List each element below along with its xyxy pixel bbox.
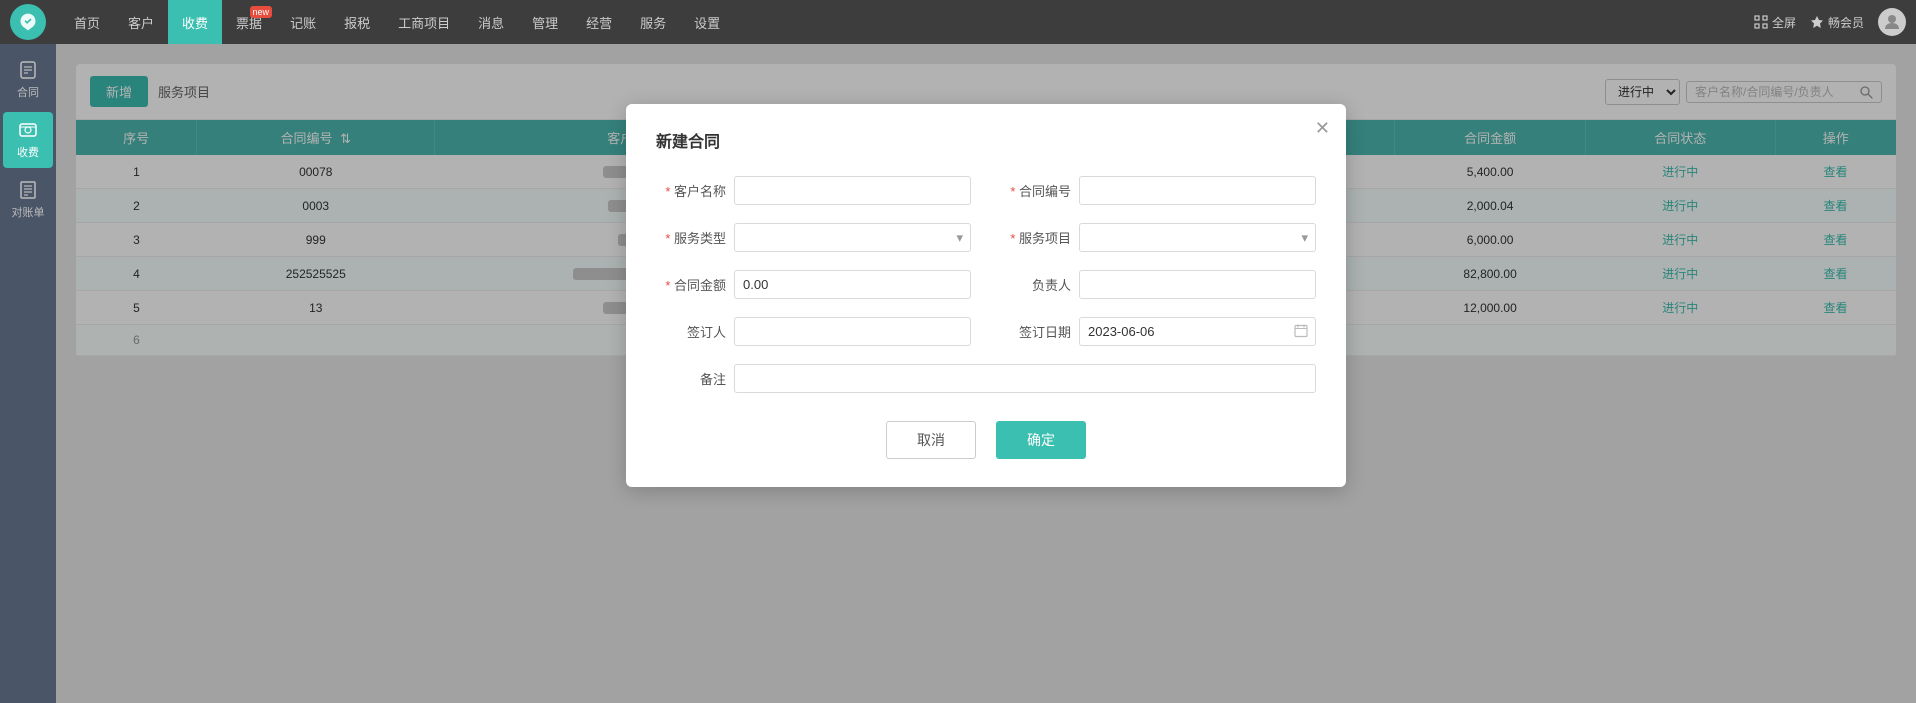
nav-right: 全屏 畅会员 [1754,8,1906,36]
nav-bill[interactable]: 票据 new [222,0,276,44]
contract-no-label: 合同编号 [1001,181,1071,200]
vip-button[interactable]: 畅会员 [1810,14,1864,31]
signer-input[interactable] [734,317,971,346]
fullscreen-button[interactable]: 全屏 [1754,14,1796,31]
form-row-amount: 合同金额 [656,270,971,299]
sidebar-item-fee[interactable]: 收费 [3,112,53,168]
form-row-sign-date: 签订日期 [1001,317,1316,346]
app-body: 合同 收费 对账单 新增 服务项目 [0,44,1916,703]
form-row-client: 客户名称 [656,176,971,205]
form-grid: 客户名称 合同编号 服务类型 ▾ [656,176,1316,393]
top-nav: 首页 客户 收费 票据 new 记账 报税 工商项目 消息 管理 经营 服务 设… [0,0,1916,44]
remark-label: 备注 [656,369,726,388]
cancel-button[interactable]: 取消 [886,421,976,459]
modal-close-button[interactable]: ✕ [1315,118,1330,139]
service-item-select[interactable] [1079,223,1316,252]
service-item-select-wrap: ▾ [1079,223,1316,252]
amount-input[interactable] [734,270,971,299]
avatar[interactable] [1878,8,1906,36]
service-type-select-wrap: ▾ [734,223,971,252]
responsible-label: 负责人 [1001,275,1071,294]
form-row-remark: 备注 [656,364,1316,393]
service-type-label: 服务类型 [656,228,726,247]
responsible-input[interactable] [1079,270,1316,299]
nav-charge[interactable]: 收费 [168,0,222,44]
nav-tax[interactable]: 报税 [330,0,384,44]
service-item-label: 服务项目 [1001,228,1071,247]
modal-title: 新建合同 [656,128,1316,152]
nav-business[interactable]: 工商项目 [384,0,464,44]
nav-settings[interactable]: 设置 [680,0,734,44]
sign-date-input[interactable] [1079,317,1316,346]
client-name-input[interactable] [734,176,971,205]
logo-icon [10,4,46,40]
new-badge: new [250,6,273,18]
form-row-service-type: 服务类型 ▾ [656,223,971,252]
form-row-signer: 签订人 [656,317,971,346]
modal-new-contract: ✕ 新建合同 客户名称 合同编号 服务类型 [626,104,1346,487]
sign-date-label: 签订日期 [1001,322,1071,341]
nav-message[interactable]: 消息 [464,0,518,44]
form-row-contract-no: 合同编号 [1001,176,1316,205]
nav-accounting[interactable]: 记账 [276,0,330,44]
amount-label: 合同金额 [656,275,726,294]
client-name-label: 客户名称 [656,181,726,200]
sidebar-item-statement[interactable]: 对账单 [3,172,53,228]
main-content: 新增 服务项目 进行中 全部 已结束 [56,44,1916,703]
service-type-select[interactable] [734,223,971,252]
remark-input[interactable] [734,364,1316,393]
sign-date-wrap [1079,317,1316,346]
nav-manage[interactable]: 管理 [518,0,572,44]
sidebar-item-contract[interactable]: 合同 [3,52,53,108]
nav-operation[interactable]: 经营 [572,0,626,44]
sidebar: 合同 收费 对账单 [0,44,56,703]
modal-overlay: ✕ 新建合同 客户名称 合同编号 服务类型 [56,44,1916,703]
confirm-button[interactable]: 确定 [996,421,1086,459]
nav-service[interactable]: 服务 [626,0,680,44]
contract-no-input[interactable] [1079,176,1316,205]
modal-footer: 取消 确定 [656,421,1316,459]
calendar-icon[interactable] [1294,323,1308,340]
form-row-responsible: 负责人 [1001,270,1316,299]
nav-home[interactable]: 首页 [60,0,114,44]
nav-items: 首页 客户 收费 票据 new 记账 报税 工商项目 消息 管理 经营 服务 设… [60,0,1754,44]
form-row-service-item: 服务项目 ▾ [1001,223,1316,252]
nav-customer[interactable]: 客户 [114,0,168,44]
signer-label: 签订人 [656,322,726,341]
